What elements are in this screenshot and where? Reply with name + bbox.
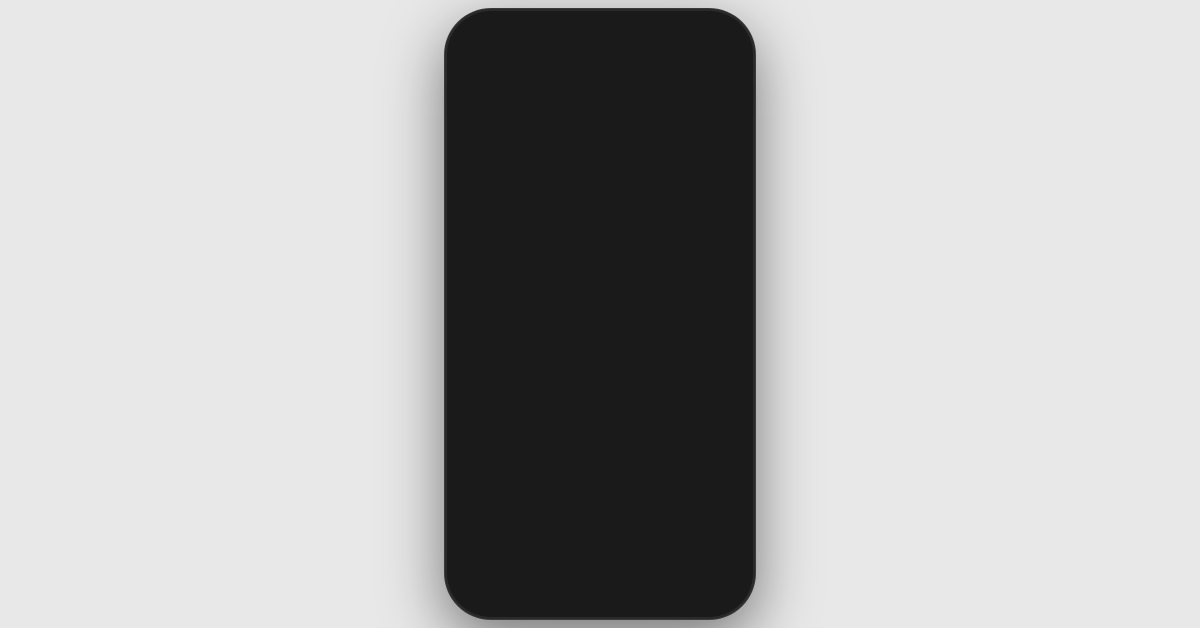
reaction-exclamation[interactable]: !!: [653, 211, 673, 236]
reaction-bar: ♥ HAHA !! ?: [473, 197, 727, 249]
message-bubble: Hi lamb chop, it's only been an hour and…: [473, 247, 727, 338]
edit-icon: [692, 512, 709, 534]
menu-item-copy[interactable]: Copy: [473, 549, 727, 600]
message-text: Hi lamb chop, it's only been an hour and…: [489, 263, 692, 321]
bg-bubble-2: [629, 83, 729, 111]
reaction-question[interactable]: ?: [687, 210, 706, 237]
undo-send-label: Undo Send: [491, 463, 566, 480]
phone-wrapper: ♥ HAHA !! ? Hi lamb chop, it's only bee: [445, 9, 755, 619]
undo-send-icon: [691, 460, 709, 483]
edit-label: Edit: [491, 515, 517, 532]
bg-bubble-3: [455, 19, 535, 41]
reaction-thumbs-up[interactable]: [529, 207, 559, 239]
reply-icon: [691, 408, 709, 431]
menu-item-edit[interactable]: Edit: [473, 498, 727, 549]
copy-label: Copy: [491, 566, 526, 583]
reaction-haha[interactable]: HAHA: [617, 210, 639, 236]
menu-item-reply[interactable]: Reply: [473, 394, 727, 446]
reply-label: Reply: [491, 411, 529, 428]
dynamic-island: [555, 33, 645, 61]
phone-screen: ♥ HAHA !! ? Hi lamb chop, it's only bee: [455, 19, 745, 609]
bg-bubble-4: [614, 167, 729, 195]
menu-item-undo-send[interactable]: Undo Send: [473, 446, 727, 498]
reaction-heart[interactable]: ♥: [494, 208, 515, 238]
context-menu: Reply Undo Send Edit: [473, 394, 727, 600]
copy-icon: [691, 563, 709, 586]
reaction-thumbs-down[interactable]: [573, 207, 603, 239]
